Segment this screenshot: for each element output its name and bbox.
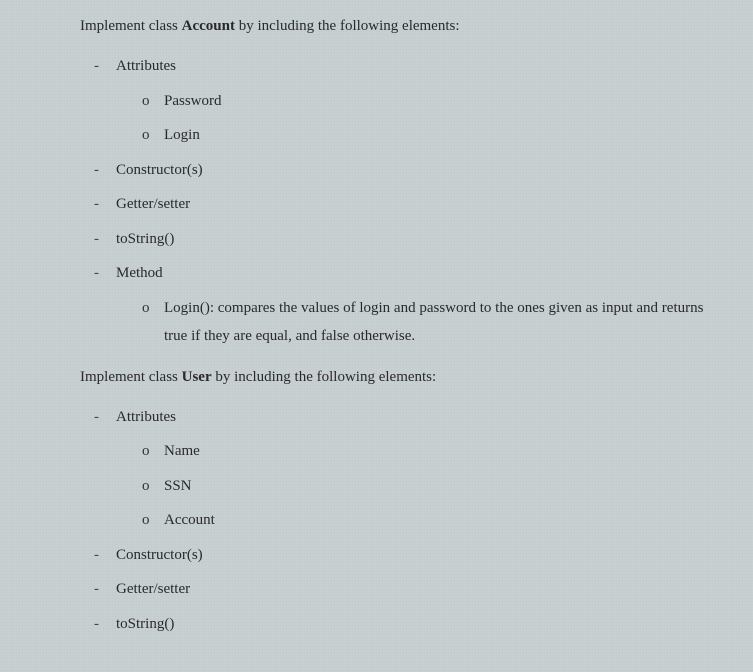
list-item: Login bbox=[116, 121, 713, 150]
account-intro: Implement class Account by including the… bbox=[80, 14, 713, 38]
attr-label: Password bbox=[164, 93, 222, 109]
list-item: Method Login(): compares the values of l… bbox=[80, 259, 713, 351]
attr-label: Account bbox=[164, 512, 215, 528]
account-attributes-sublist: Password Login bbox=[116, 87, 713, 150]
list-item: Login(): compares the values of login an… bbox=[116, 294, 713, 351]
list-item: Getter/setter bbox=[80, 190, 713, 219]
document-page: Implement class Account by including the… bbox=[0, 0, 753, 672]
list-item: Password bbox=[116, 87, 713, 116]
text: by including the following elements: bbox=[212, 369, 437, 385]
user-intro: Implement class User by including the fo… bbox=[80, 365, 713, 389]
list-item: Account bbox=[116, 506, 713, 535]
attr-label: Name bbox=[164, 443, 200, 459]
attr-label: Login bbox=[164, 127, 200, 143]
account-list: Attributes Password Login Constructor(s)… bbox=[80, 52, 713, 351]
list-item: Attributes Password Login bbox=[80, 52, 713, 150]
item-label: toString() bbox=[116, 616, 174, 632]
text: by including the following elements: bbox=[235, 18, 460, 34]
list-item: toString() bbox=[80, 610, 713, 639]
user-attributes-sublist: Name SSN Account bbox=[116, 437, 713, 535]
account-method-sublist: Login(): compares the values of login an… bbox=[116, 294, 713, 351]
text: Implement class bbox=[80, 369, 182, 385]
attr-label: SSN bbox=[164, 478, 192, 494]
list-item: Constructor(s) bbox=[80, 541, 713, 570]
class-name-account: Account bbox=[182, 18, 235, 34]
list-item: Attributes Name SSN Account bbox=[80, 403, 713, 535]
item-label: toString() bbox=[116, 231, 174, 247]
item-label: Attributes bbox=[116, 409, 176, 425]
user-list: Attributes Name SSN Account Constructor(… bbox=[80, 403, 713, 639]
item-label: Constructor(s) bbox=[116, 547, 203, 563]
list-item: SSN bbox=[116, 472, 713, 501]
list-item: Getter/setter bbox=[80, 575, 713, 604]
list-item: Constructor(s) bbox=[80, 156, 713, 185]
class-name-user: User bbox=[182, 369, 212, 385]
list-item: Name bbox=[116, 437, 713, 466]
item-label: Getter/setter bbox=[116, 196, 190, 212]
text: Implement class bbox=[80, 18, 182, 34]
item-label: Getter/setter bbox=[116, 581, 190, 597]
item-label: Attributes bbox=[116, 58, 176, 74]
method-description: Login(): compares the values of login an… bbox=[164, 300, 703, 345]
item-label: Constructor(s) bbox=[116, 162, 203, 178]
list-item: toString() bbox=[80, 225, 713, 254]
item-label: Method bbox=[116, 265, 163, 281]
